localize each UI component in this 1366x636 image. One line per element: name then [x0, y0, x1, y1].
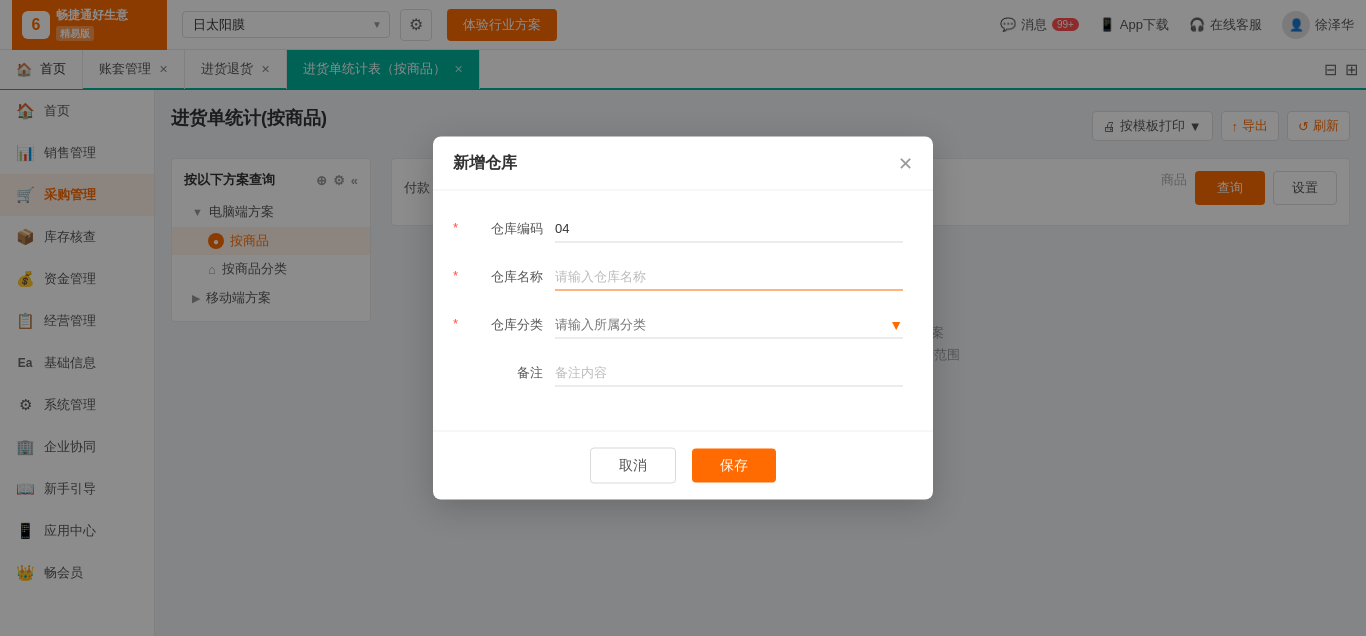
modal-header: 新增仓库 ✕	[433, 137, 933, 191]
form-row-note: 备注	[463, 359, 903, 387]
form-input-category[interactable]	[555, 311, 889, 338]
form-row-name: 仓库名称	[463, 263, 903, 291]
modal-title: 新增仓库	[453, 153, 517, 174]
form-label-code: 仓库编码	[463, 220, 543, 238]
form-row-category: 仓库分类 ▼	[463, 311, 903, 339]
modal-body: 仓库编码 仓库名称 仓库分类 ▼ 备注	[433, 191, 933, 431]
category-dropdown-icon[interactable]: ▼	[889, 316, 903, 332]
form-category-wrap: ▼	[555, 311, 903, 339]
modal-footer: 取消 保存	[433, 431, 933, 500]
form-input-code[interactable]	[555, 215, 903, 243]
form-input-name[interactable]	[555, 263, 903, 291]
save-button[interactable]: 保存	[692, 449, 776, 483]
form-label-note: 备注	[463, 364, 543, 382]
modal-close-button[interactable]: ✕	[898, 154, 913, 172]
form-input-note[interactable]	[555, 359, 903, 387]
form-row-code: 仓库编码	[463, 215, 903, 243]
cancel-button[interactable]: 取消	[590, 448, 676, 484]
form-label-category: 仓库分类	[463, 316, 543, 334]
form-label-name: 仓库名称	[463, 268, 543, 286]
modal-new-warehouse: 新增仓库 ✕ 仓库编码 仓库名称 仓库分类 ▼ 备注 取消 保存	[433, 137, 933, 500]
